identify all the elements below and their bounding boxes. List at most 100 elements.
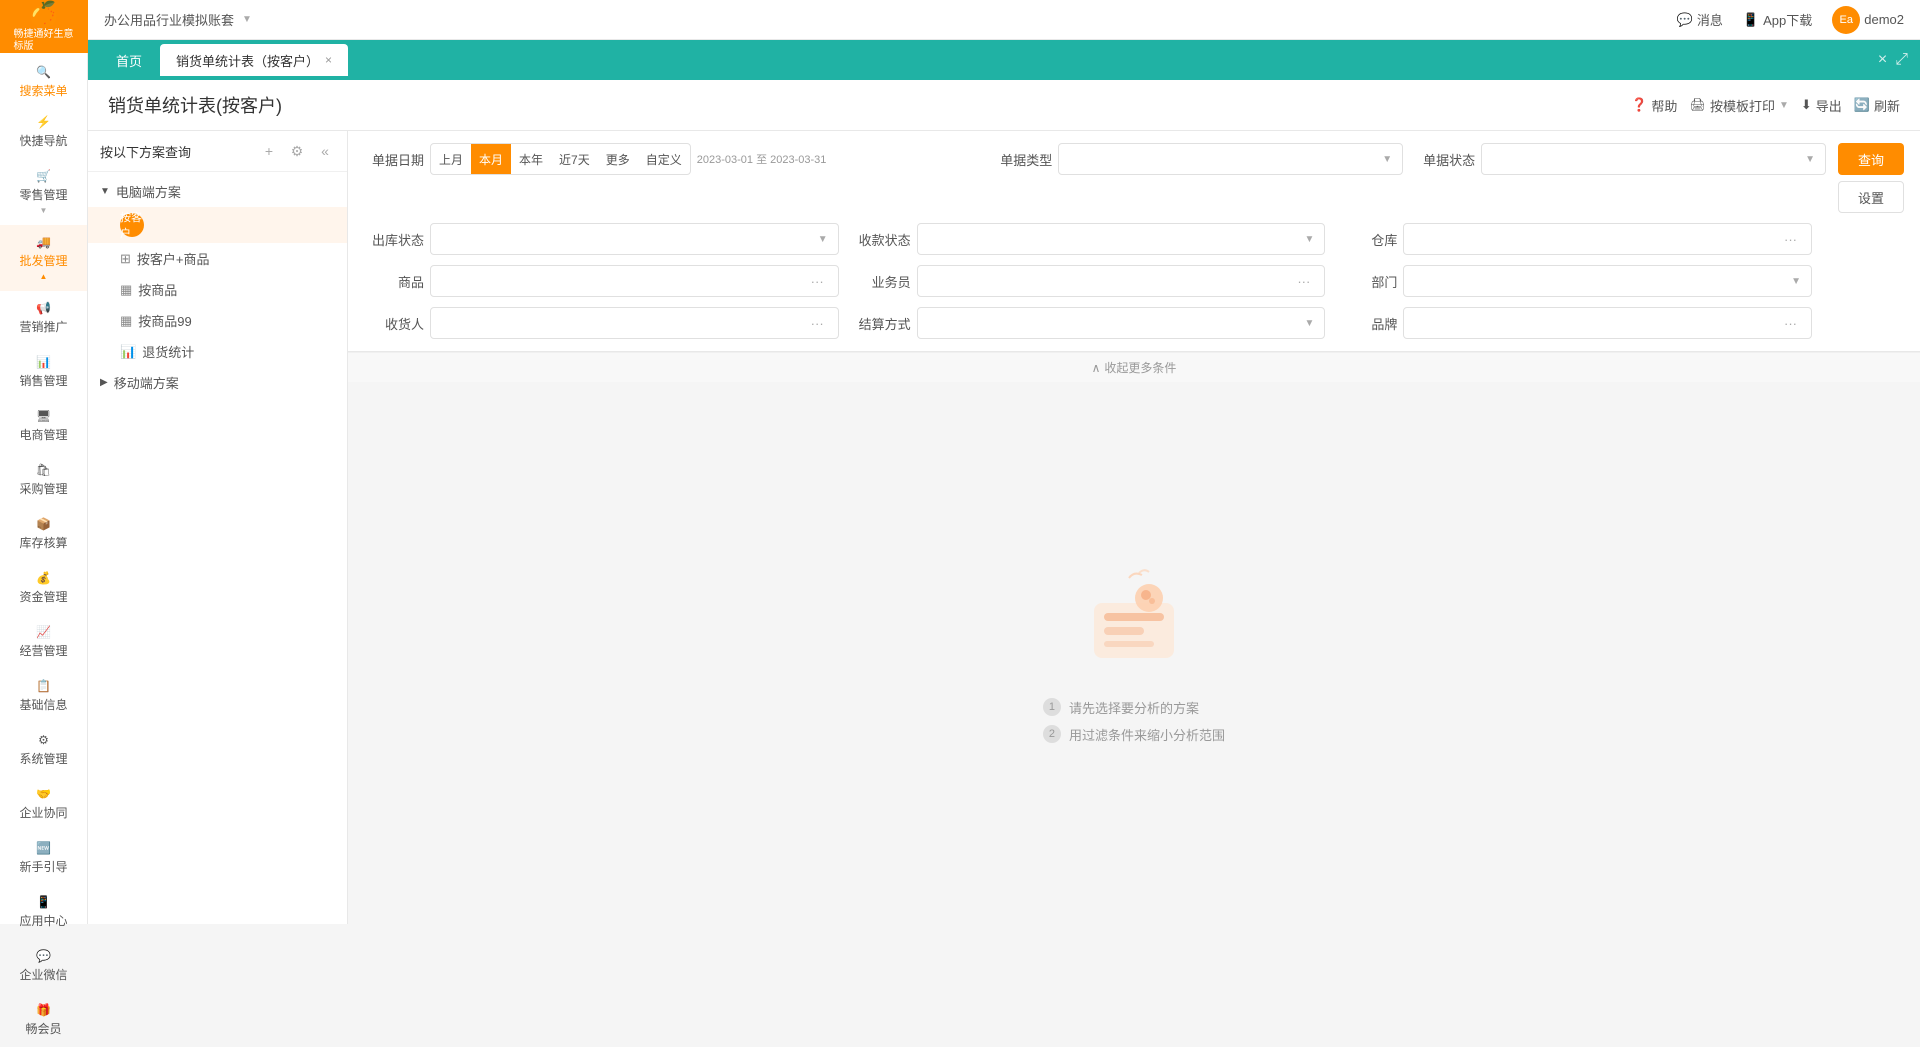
- empty-tips: 1 请先选择要分析的方案 2 用过滤条件来缩小分析范围: [1043, 698, 1225, 744]
- finance-icon: 💰: [36, 571, 51, 585]
- window-close-btn[interactable]: ×: [1878, 51, 1887, 69]
- window-maximize-btn[interactable]: ⤢: [1895, 51, 1908, 69]
- user-menu[interactable]: Ea demo2: [1832, 6, 1904, 34]
- collapse-panel-btn[interactable]: «: [315, 141, 335, 161]
- sidebar-item-enterprise[interactable]: 🤝 企业协同: [0, 777, 87, 831]
- sidebar-item-finance[interactable]: 💰 资金管理: [0, 561, 87, 615]
- expand-icon: ▲: [40, 272, 48, 281]
- sidebar-item-quick-nav[interactable]: ⚡ 快捷导航: [0, 105, 87, 159]
- tip-text-1: 请先选择要分析的方案: [1069, 698, 1199, 717]
- print-btn[interactable]: 🖨 按模板打印 ▼: [1689, 96, 1788, 115]
- help-btn[interactable]: ❓ 帮助: [1631, 96, 1677, 115]
- tab-active[interactable]: 销货单统计表（按客户） ×: [160, 44, 348, 76]
- marketing-icon: 📢: [36, 301, 51, 315]
- tree-item-by-goods[interactable]: ▦ 按商品: [88, 274, 347, 305]
- sidebar-item-label: 采购管理: [19, 480, 67, 497]
- tree-item-icon: ▦: [120, 282, 132, 298]
- sidebar-item-base-info[interactable]: 📋 基础信息: [0, 669, 87, 723]
- tree-group-label: 电脑端方案: [116, 182, 181, 201]
- receiver-dots[interactable]: ···: [807, 316, 828, 331]
- sidebar-item-wechat[interactable]: 💬 企业微信: [0, 939, 87, 993]
- settings-button[interactable]: 设置: [1838, 181, 1904, 213]
- main-area: 办公用品行业模拟账套 ▼ 💬 消息 📱 App下载 Ea demo2 首页: [88, 0, 1920, 924]
- app-download-icon: 📱: [1743, 12, 1759, 28]
- settlement-label: 结算方式: [851, 314, 911, 333]
- tree-item-icon: ▦: [120, 313, 132, 329]
- sidebar-item-member[interactable]: 🎁 畅会员: [0, 993, 87, 1047]
- sidebar-item-inventory[interactable]: 📦 库存核算: [0, 507, 87, 561]
- sidebar-item-retail[interactable]: 🛒 零售管理 ▼: [0, 159, 87, 225]
- app-center-icon: 📱: [36, 895, 51, 909]
- brand-dots[interactable]: ···: [1780, 316, 1801, 331]
- sidebar-item-app-center[interactable]: 📱 应用中心: [0, 885, 87, 939]
- search-icon: 🔍: [36, 65, 51, 79]
- date-tab-7days[interactable]: 近7天: [551, 143, 598, 175]
- topbar: 办公用品行业模拟账套 ▼ 💬 消息 📱 App下载 Ea demo2: [88, 0, 1920, 40]
- tree-section: ▼ 电脑端方案 按客户 ⊞ 按客户+商品: [88, 172, 347, 402]
- sidebar-item-label: 销售管理: [19, 372, 67, 389]
- filter-area: 单据日期 上月 本月 本年: [348, 131, 1920, 352]
- app-download-btn[interactable]: 📱 App下载: [1743, 10, 1812, 29]
- tree-item-icon: ⊞: [120, 251, 131, 267]
- sidebar-item-marketing[interactable]: 📢 营销推广: [0, 291, 87, 345]
- brand-select[interactable]: ···: [1403, 307, 1812, 339]
- department-label: 部门: [1337, 272, 1397, 291]
- topbar-dropdown-icon[interactable]: ▼: [242, 14, 252, 25]
- receiver-select[interactable]: ···: [430, 307, 839, 339]
- app-download-label: App下载: [1763, 10, 1812, 29]
- payment-status-select[interactable]: ▼: [917, 223, 1326, 255]
- collapse-bar[interactable]: ∧ 收起更多条件: [348, 352, 1920, 382]
- page-header: 销货单统计表(按客户) ❓ 帮助 🖨 按模板打印 ▼ ⬇ 导出 🔄 刷新: [88, 80, 1920, 131]
- order-type-select[interactable]: ▼: [1058, 143, 1403, 175]
- tree-group-mobile-header[interactable]: ▶ 移动端方案: [88, 367, 347, 398]
- tabs-bar: 首页 销货单统计表（按客户） × × ⤢: [88, 40, 1920, 80]
- sidebar-item-operations[interactable]: 📈 经营管理: [0, 615, 87, 669]
- date-tab-custom[interactable]: 自定义: [638, 143, 690, 175]
- expand-icon: ▼: [40, 206, 48, 215]
- date-tab-more[interactable]: 更多: [598, 143, 638, 175]
- order-type-label: 单据类型: [992, 150, 1052, 169]
- date-tab-this-month[interactable]: 本月: [471, 143, 511, 175]
- tree-item-customer-goods[interactable]: ⊞ 按客户+商品: [88, 243, 347, 274]
- refresh-btn[interactable]: 🔄 刷新: [1854, 96, 1900, 115]
- warehouse-dots[interactable]: ···: [1780, 232, 1801, 247]
- tab-close-icon[interactable]: ×: [325, 53, 332, 67]
- date-tab-this-year[interactable]: 本年: [511, 143, 551, 175]
- goods-select[interactable]: ···: [430, 265, 839, 297]
- sidebar-item-ecommerce[interactable]: 🖥 电商管理: [0, 399, 87, 453]
- sidebar-item-purchase[interactable]: 🛍 采购管理: [0, 453, 87, 507]
- order-status-select[interactable]: ▼: [1481, 143, 1826, 175]
- settings-scheme-btn[interactable]: ⚙: [287, 141, 307, 161]
- sidebar-search[interactable]: 🔍 搜索菜单: [0, 53, 87, 105]
- inventory-icon: 📦: [36, 517, 51, 531]
- settlement-select[interactable]: ▼: [917, 307, 1326, 339]
- salesperson-dots[interactable]: ···: [1293, 274, 1314, 289]
- search-button[interactable]: 查询: [1838, 143, 1904, 175]
- tree-item-by-customer[interactable]: 按客户: [88, 207, 347, 243]
- empty-illustration: [1074, 563, 1194, 686]
- sidebar-item-system[interactable]: ⚙ 系统管理: [0, 723, 87, 777]
- warehouse-select[interactable]: ···: [1403, 223, 1812, 255]
- tree-group-desktop-header[interactable]: ▼ 电脑端方案: [88, 176, 347, 207]
- tree-item-by-goods-99[interactable]: ▦ 按商品99: [88, 305, 347, 336]
- salesperson-select[interactable]: ···: [917, 265, 1326, 297]
- sidebar-item-sales[interactable]: 📊 销售管理: [0, 345, 87, 399]
- tree-item-icon: 📊: [120, 344, 136, 360]
- export-btn[interactable]: ⬇ 导出: [1801, 96, 1842, 115]
- out-status-select[interactable]: ▼: [430, 223, 839, 255]
- sidebar-item-wholesale[interactable]: 🚚 批发管理 ▲: [0, 225, 87, 291]
- topbar-title: 办公用品行业模拟账套: [104, 10, 234, 29]
- avatar: Ea: [1832, 6, 1860, 34]
- out-status-label: 出库状态: [364, 230, 424, 249]
- goods-dots[interactable]: ···: [807, 274, 828, 289]
- tree-group-mobile: ▶ 移动端方案: [88, 367, 347, 398]
- empty-tip-2: 2 用过滤条件来缩小分析范围: [1043, 725, 1225, 744]
- tree-item-return-stats[interactable]: 📊 退货统计: [88, 336, 347, 367]
- tip-num-2: 2: [1043, 725, 1061, 743]
- message-btn[interactable]: 💬 消息: [1677, 10, 1723, 29]
- add-scheme-btn[interactable]: +: [259, 141, 279, 161]
- department-select[interactable]: ▼: [1403, 265, 1812, 297]
- tab-home[interactable]: 首页: [100, 44, 158, 76]
- date-tab-last-month[interactable]: 上月: [431, 143, 471, 175]
- sidebar-item-new-guide[interactable]: 🆕 新手引导: [0, 831, 87, 885]
